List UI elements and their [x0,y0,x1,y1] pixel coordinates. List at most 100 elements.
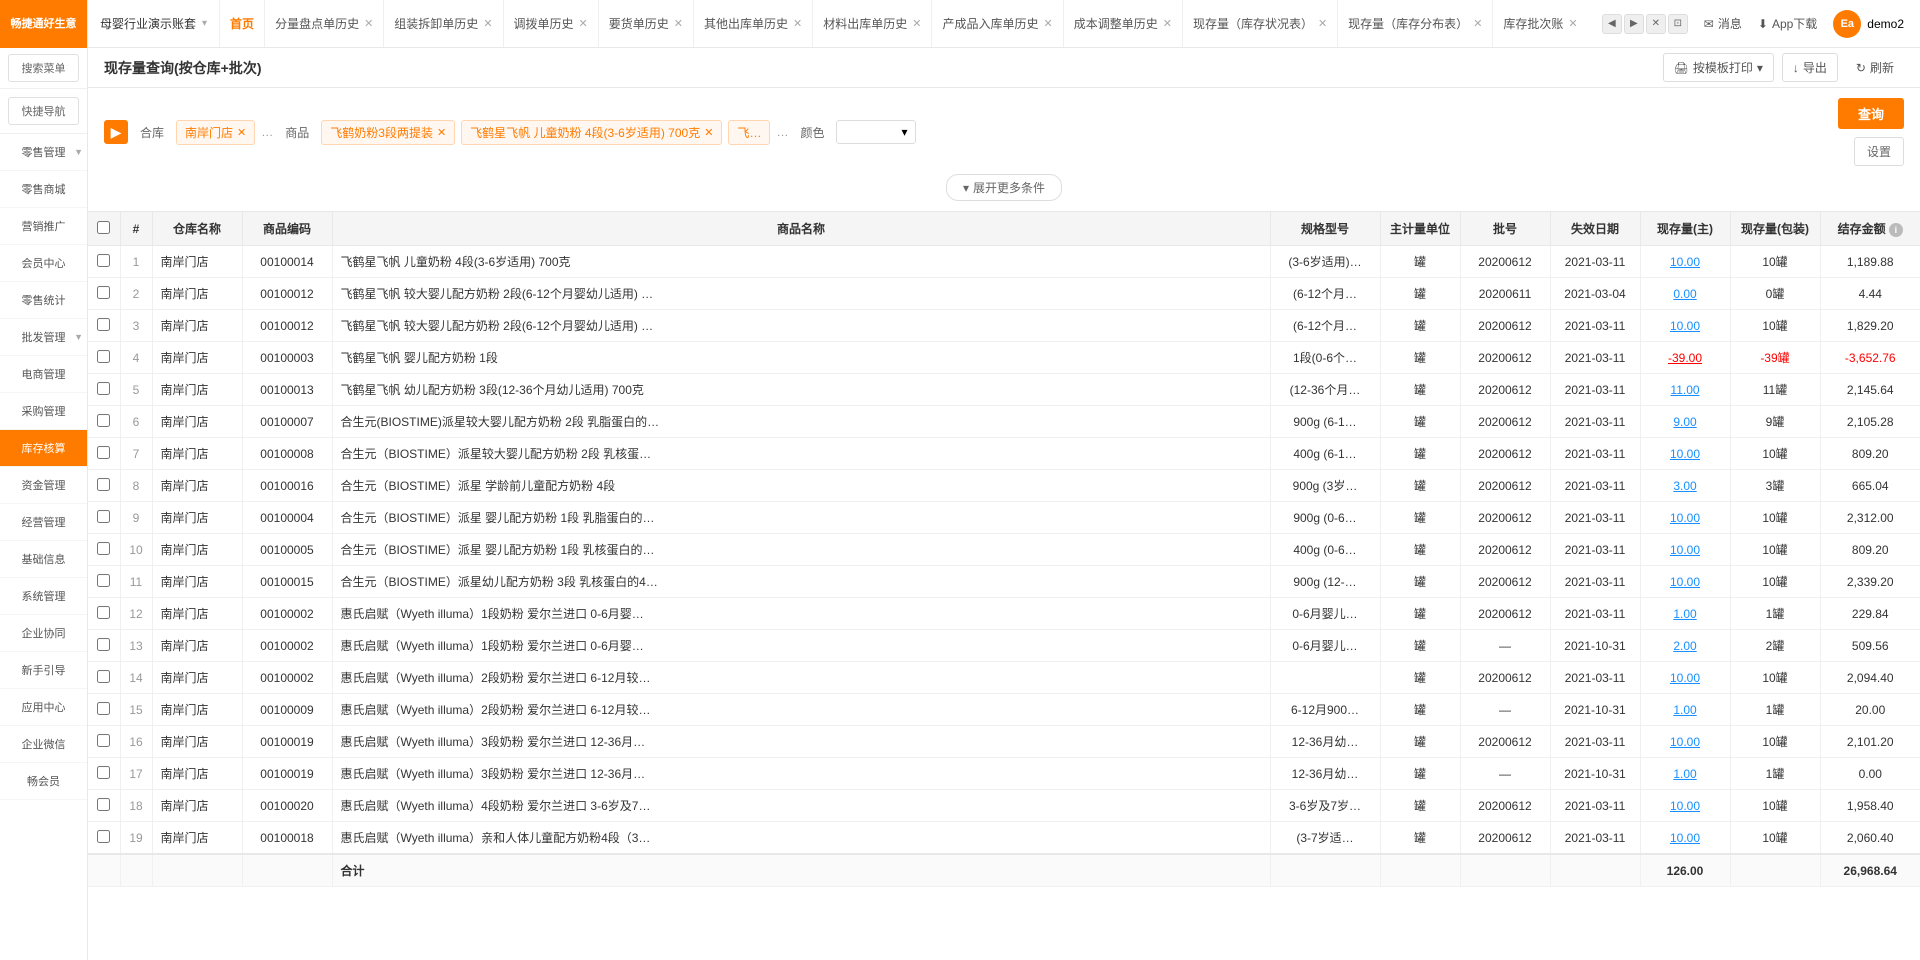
cell-stock-main[interactable]: 1.00 [1640,598,1730,630]
tab-batch-ledger[interactable]: 库存批次账 ✕ [1493,0,1585,47]
cell-checkbox[interactable] [88,566,120,598]
sidebar-item-basic[interactable]: 基础信息 [0,541,87,578]
export-button[interactable]: ↓ 导出 [1782,53,1838,82]
cell-checkbox[interactable] [88,726,120,758]
tab-product-in[interactable]: 产成品入库单历史 ✕ [932,0,1063,47]
close-icon[interactable]: ✕ [1473,17,1482,30]
cell-stock-main[interactable]: 10.00 [1640,246,1730,278]
cell-stock-main[interactable]: 11.00 [1640,374,1730,406]
cell-stock-main[interactable]: -39.00 [1640,342,1730,374]
sidebar-item-system[interactable]: 系统管理 [0,578,87,615]
product-tag-3[interactable]: 飞… [728,120,770,145]
cell-stock-main[interactable]: 1.00 [1640,758,1730,790]
warehouse-tag-nanan[interactable]: 南岸门店 ✕ [176,120,255,145]
tab-stock-status[interactable]: 现存量（库存状况表） ✕ [1183,0,1338,47]
user-menu[interactable]: Ea demo2 [1833,10,1904,38]
tab-material-out[interactable]: 材料出库单历史 ✕ [813,0,932,47]
app-download-button[interactable]: ⬇ App下载 [1758,15,1817,32]
setting-button[interactable]: 设置 [1854,137,1904,166]
cell-stock-main[interactable]: 1.00 [1640,694,1730,726]
message-button[interactable]: ✉ 消息 [1704,15,1742,32]
cell-checkbox[interactable] [88,278,120,310]
tab-next-button[interactable]: ▶ [1624,14,1644,34]
close-icon[interactable]: ✕ [793,17,802,30]
cell-checkbox[interactable] [88,310,120,342]
product-tag-2[interactable]: 飞鹤星飞帆 儿童奶粉 4段(3-6岁适用) 700克 ✕ [461,120,722,145]
product-more-button[interactable]: … [776,125,788,139]
sidebar-item-appstore[interactable]: 应用中心 [0,689,87,726]
sidebar-item-vip[interactable]: 畅会员 [0,763,87,800]
filter-expand-arrow[interactable]: ▶ [104,120,128,144]
tab-split-inventory[interactable]: 分量盘点单历史 ✕ [265,0,384,47]
sidebar-item-ecom[interactable]: 电商管理 [0,356,87,393]
tab-close-button[interactable]: ✕ [1646,14,1666,34]
cell-checkbox[interactable] [88,342,120,374]
close-icon[interactable]: ✕ [579,17,588,30]
cell-checkbox[interactable] [88,694,120,726]
cell-checkbox[interactable] [88,438,120,470]
tab-inquiry[interactable]: 调拨单历史 ✕ [504,0,599,47]
cell-checkbox[interactable] [88,790,120,822]
sidebar-item-wechat[interactable]: 企业微信 [0,726,87,763]
cell-stock-main[interactable]: 10.00 [1640,726,1730,758]
product-tag-1[interactable]: 飞鹤奶粉3段两提装 ✕ [321,120,455,145]
cell-checkbox[interactable] [88,662,120,694]
cell-checkbox[interactable] [88,502,120,534]
close-icon[interactable]: ✕ [1043,17,1052,30]
close-icon[interactable]: ✕ [1568,17,1577,30]
search-menu-button[interactable]: 搜索菜单 [8,54,79,82]
cell-checkbox[interactable] [88,470,120,502]
tab-stock-dist[interactable]: 现存量（库存分布表） ✕ [1338,0,1493,47]
quick-nav-button[interactable]: 快捷导航 [8,97,79,125]
cell-stock-main[interactable]: 10.00 [1640,662,1730,694]
tab-disassemble[interactable]: 组装拆卸单历史 ✕ [384,0,503,47]
industry-selector[interactable]: 母婴行业演示账套 ▾ [88,0,220,47]
sidebar-item-retail[interactable]: 零售管理 ▼ [0,134,87,171]
color-filter-select[interactable]: ▾ [836,120,916,144]
cell-checkbox[interactable] [88,822,120,855]
expand-conditions-button[interactable]: ▾ 展开更多条件 [946,174,1062,201]
cell-stock-main[interactable]: 3.00 [1640,470,1730,502]
cell-checkbox[interactable] [88,758,120,790]
warehouse-more-button[interactable]: … [261,125,273,139]
cell-stock-main[interactable]: 2.00 [1640,630,1730,662]
tab-requisition[interactable]: 要货单历史 ✕ [599,0,694,47]
cell-stock-main[interactable]: 10.00 [1640,790,1730,822]
sidebar-item-corp[interactable]: 企业协同 [0,615,87,652]
cell-checkbox[interactable] [88,246,120,278]
cell-checkbox[interactable] [88,406,120,438]
cell-checkbox[interactable] [88,534,120,566]
sidebar-item-guide[interactable]: 新手引导 [0,652,87,689]
tab-prev-button[interactable]: ◀ [1602,14,1622,34]
cell-stock-main[interactable]: 10.00 [1640,822,1730,855]
cell-stock-main[interactable]: 10.00 [1640,310,1730,342]
close-icon[interactable]: ✕ [483,17,492,30]
sidebar-item-finance[interactable]: 资金管理 [0,467,87,504]
cell-stock-main[interactable]: 10.00 [1640,566,1730,598]
sidebar-item-retail-stat[interactable]: 零售统计 [0,282,87,319]
close-icon[interactable]: ✕ [237,126,246,139]
tab-other-out[interactable]: 其他出库单历史 ✕ [694,0,813,47]
query-button[interactable]: 查询 [1838,98,1904,129]
cell-stock-main[interactable]: 10.00 [1640,502,1730,534]
close-icon[interactable]: ✕ [437,126,446,139]
sidebar-item-retail-shop[interactable]: 零售商城 [0,171,87,208]
sidebar-item-inventory[interactable]: 库存核算 [0,430,87,467]
tab-cost-adjust[interactable]: 成本调整单历史 ✕ [1064,0,1183,47]
close-icon[interactable]: ✕ [364,17,373,30]
cell-stock-main[interactable]: 10.00 [1640,438,1730,470]
th-checkbox[interactable] [88,212,120,246]
tab-expand-button[interactable]: ⊡ [1668,14,1688,34]
refresh-button[interactable]: ↻ 刷新 [1846,54,1904,81]
close-icon[interactable]: ✕ [912,17,921,30]
cell-stock-main[interactable]: 10.00 [1640,534,1730,566]
close-icon[interactable]: ✕ [704,126,713,139]
cell-stock-main[interactable]: 0.00 [1640,278,1730,310]
cell-stock-main[interactable]: 9.00 [1640,406,1730,438]
sidebar-item-member[interactable]: 会员中心 [0,245,87,282]
cell-checkbox[interactable] [88,630,120,662]
sidebar-item-marketing[interactable]: 营销推广 [0,208,87,245]
close-icon[interactable]: ✕ [674,17,683,30]
close-icon[interactable]: ✕ [1163,17,1172,30]
select-all-checkbox[interactable] [97,221,110,234]
